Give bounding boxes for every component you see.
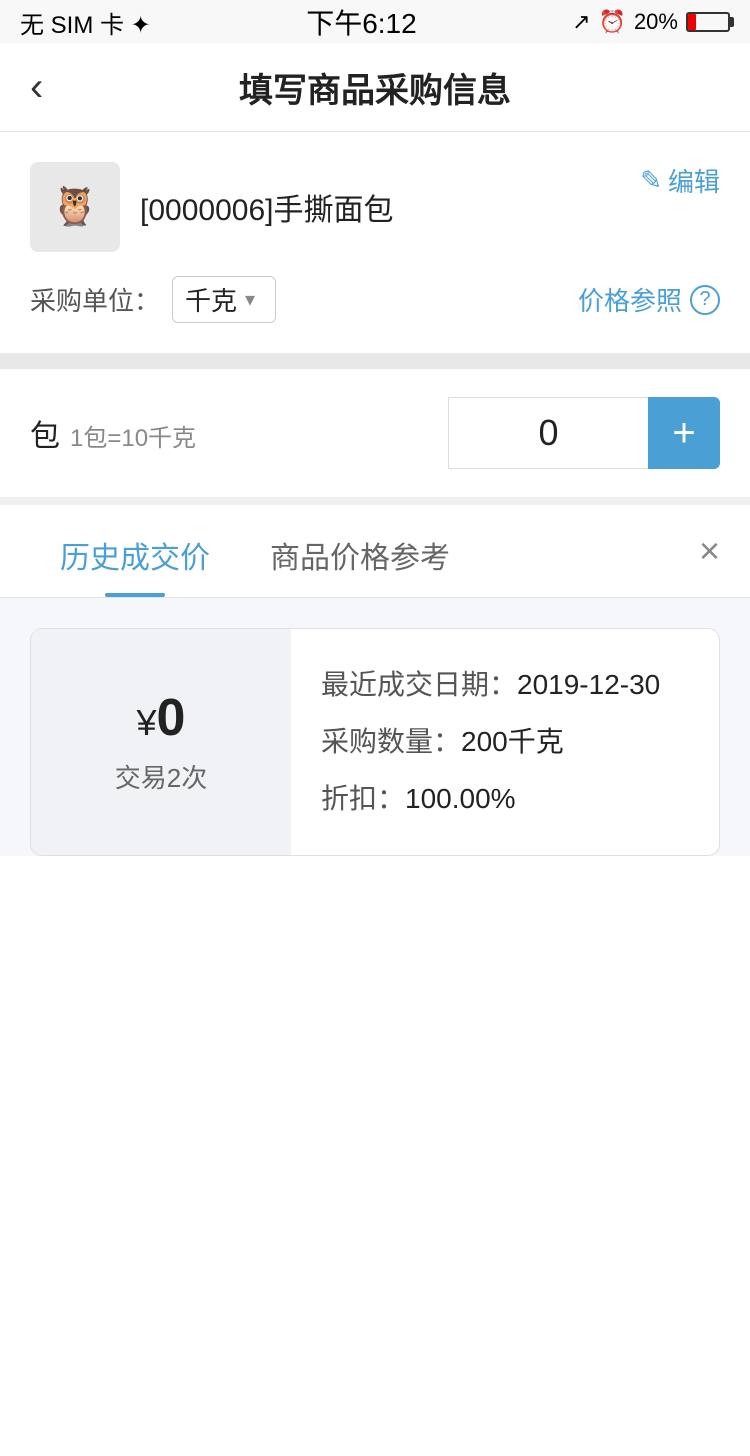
- qty-plus-button[interactable]: +: [648, 397, 720, 469]
- currency-symbol: ¥: [137, 702, 157, 743]
- unit-value: 千克: [185, 281, 237, 318]
- nav-bar: ‹ 填写商品采购信息: [0, 44, 750, 132]
- product-section: 🦉 [0000006]手撕面包 ✎ 编辑 采购单位： 千克 ▾ 价格参照 ?: [0, 132, 750, 353]
- price-ref-label: 价格参照: [578, 281, 682, 318]
- battery-icon: [686, 12, 730, 32]
- product-logo-icon: 🦉: [51, 185, 98, 229]
- edit-icon: ✎: [640, 165, 662, 196]
- unit-select[interactable]: 千克 ▾: [172, 276, 276, 323]
- alarm-icon: ⏰: [599, 9, 626, 35]
- price-value: 0: [157, 689, 186, 747]
- card-date-row: 最近成交日期：2019-12-30: [321, 665, 689, 704]
- card-qty-row: 采购数量：200千克: [321, 722, 689, 761]
- back-button[interactable]: ‹: [30, 65, 43, 110]
- card-left: ¥0 交易2次: [31, 629, 291, 855]
- page-title: 填写商品采购信息: [239, 63, 511, 112]
- tab-history-label: 历史成交价: [60, 542, 210, 575]
- discount-label: 折扣：: [321, 783, 405, 814]
- price-card: ¥0 交易2次 最近成交日期：2019-12-30 采购数量：200千克 折扣：…: [30, 628, 720, 856]
- tabs-section: 历史成交价 商品价格参考 × ¥0 交易2次 最近成交日期：2019-12-30…: [0, 505, 750, 856]
- status-time: 下午6:12: [306, 2, 417, 42]
- tab-history-price[interactable]: 历史成交价: [30, 505, 240, 597]
- unit-label: 采购单位：: [30, 281, 160, 318]
- tabs-header: 历史成交价 商品价格参考 ×: [0, 505, 750, 598]
- edit-button[interactable]: ✎ 编辑: [640, 162, 720, 199]
- battery-percent: 20%: [634, 9, 678, 35]
- product-left: 🦉 [0000006]手撕面包: [30, 162, 393, 252]
- qty-value: 0: [538, 412, 558, 454]
- trade-count: 交易2次: [115, 758, 207, 795]
- qty-unit-label: 包: [30, 411, 60, 455]
- price-ref-button[interactable]: 价格参照 ?: [578, 281, 720, 318]
- qty-label-group: 包 1包=10千克: [30, 411, 196, 455]
- status-bar: 无 SIM 卡 ✦ 下午6:12 ↗ ⏰ 20%: [0, 0, 750, 44]
- tab-price-reference[interactable]: 商品价格参考: [240, 505, 480, 597]
- card-container: ¥0 交易2次 最近成交日期：2019-12-30 采购数量：200千克 折扣：…: [0, 598, 750, 856]
- quantity-row: 包 1包=10千克 0 +: [0, 369, 750, 497]
- unit-arrow-icon: ▾: [245, 287, 255, 312]
- qty-detail-value: 200千克: [461, 726, 564, 757]
- qty-input[interactable]: 0: [448, 397, 648, 469]
- tabs-close-button[interactable]: ×: [699, 530, 720, 572]
- product-meta: 采购单位： 千克 ▾ 价格参照 ?: [30, 276, 720, 323]
- tab-price-ref-label: 商品价格参考: [270, 542, 450, 575]
- help-icon[interactable]: ?: [690, 285, 720, 315]
- product-name: [0000006]手撕面包: [140, 185, 393, 229]
- qty-detail-label: 采购数量：: [321, 726, 461, 757]
- date-label: 最近成交日期：: [321, 669, 517, 700]
- edit-label: 编辑: [668, 162, 720, 199]
- price-amount: ¥0: [137, 688, 186, 748]
- help-icon-symbol: ?: [699, 288, 710, 311]
- location-icon: ↗: [572, 9, 590, 35]
- status-right: ↗ ⏰ 20%: [572, 9, 730, 35]
- sim-label: 无 SIM 卡 ✦: [20, 5, 151, 40]
- qty-conversion-label: 1包=10千克: [70, 418, 196, 453]
- product-header: 🦉 [0000006]手撕面包 ✎ 编辑: [30, 162, 720, 252]
- card-discount-row: 折扣：100.00%: [321, 779, 689, 818]
- date-value: 2019-12-30: [517, 669, 660, 700]
- unit-row: 采购单位： 千克 ▾: [30, 276, 276, 323]
- section-divider: [0, 353, 750, 369]
- bottom-area: [0, 856, 750, 1456]
- discount-value: 100.00%: [405, 783, 516, 814]
- card-right: 最近成交日期：2019-12-30 采购数量：200千克 折扣：100.00%: [291, 629, 719, 855]
- product-thumbnail: 🦉: [30, 162, 120, 252]
- qty-input-group: 0 +: [448, 397, 720, 469]
- status-left: 无 SIM 卡 ✦: [20, 5, 151, 40]
